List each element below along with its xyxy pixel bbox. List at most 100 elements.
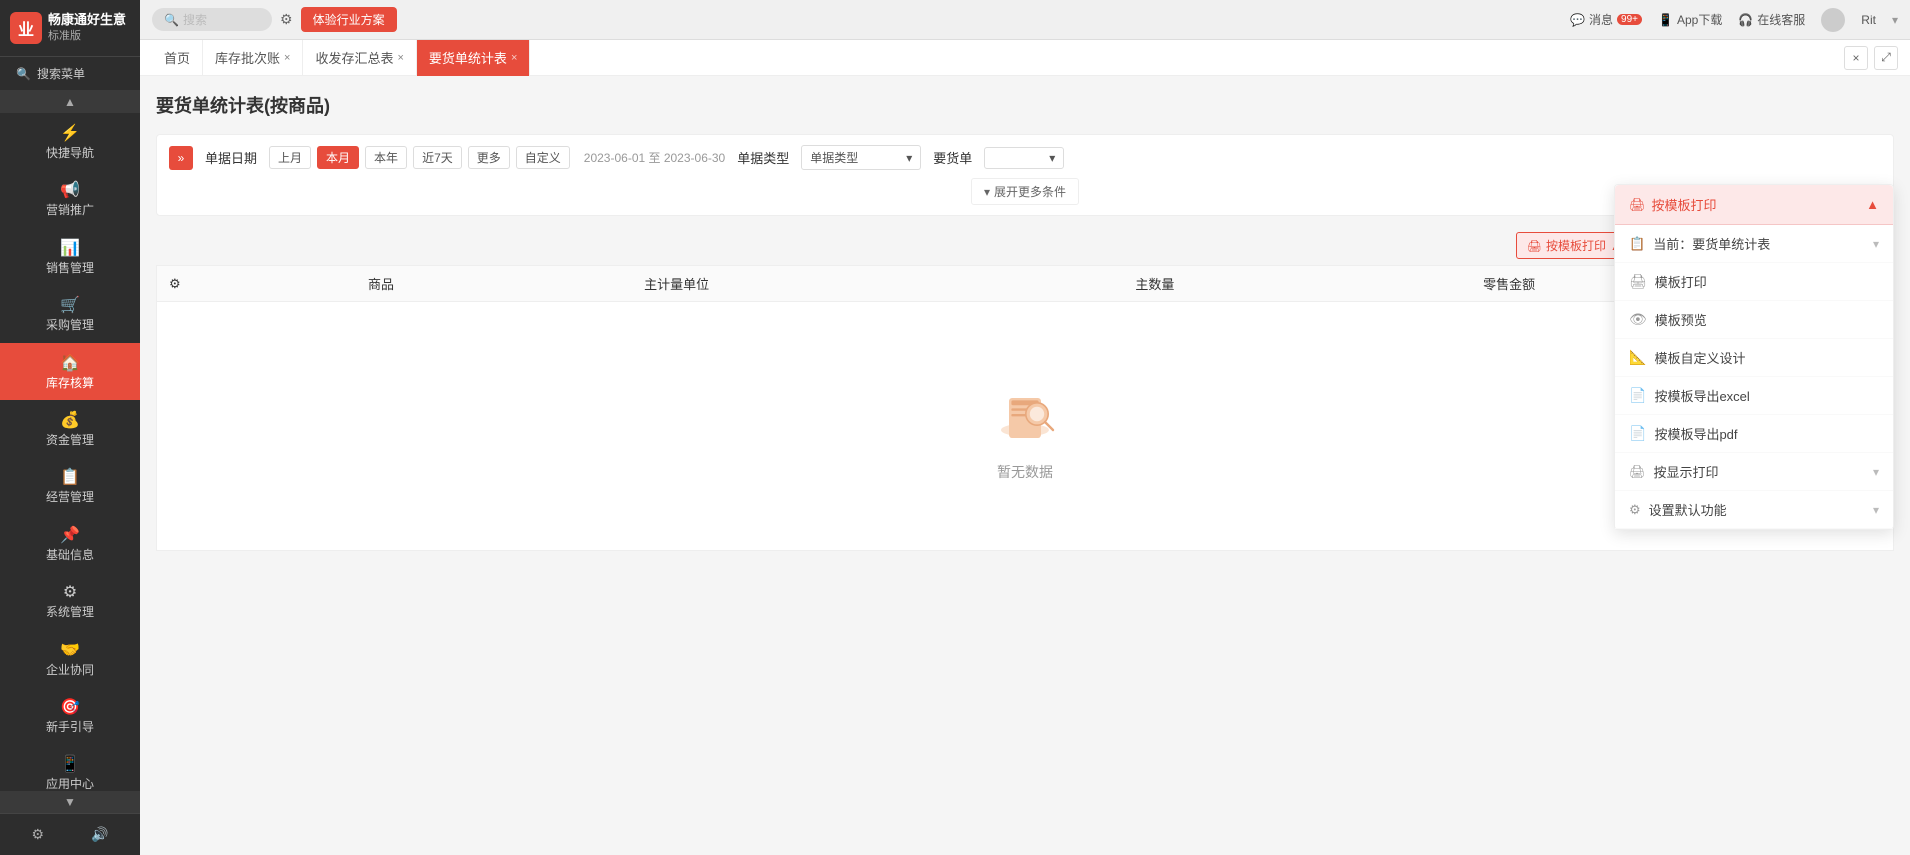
sidebar-search-item[interactable]: 🔍 搜索菜单 xyxy=(0,57,140,91)
sidebar-item-quick-nav[interactable]: ⚡ 快捷导航 xyxy=(0,113,140,170)
tab-home-label: 首页 xyxy=(164,48,190,67)
sidebar-item-operation[interactable]: 📋 经营管理 xyxy=(0,457,140,514)
demand-goods-select[interactable]: ▾ xyxy=(984,147,1064,169)
sidebar-item-guide[interactable]: 🎯 新手引导 xyxy=(0,687,140,744)
topbar-left: 🔍 搜索 ⚙ 体验行业方案 xyxy=(152,7,397,32)
inventory-label: 库存核算 xyxy=(46,376,94,390)
sidebar-item-inventory[interactable]: 🏠 库存核算 xyxy=(0,343,140,400)
tabs-maximize-btn[interactable]: ⤢ xyxy=(1874,46,1898,70)
dropdown-header: 🖨 按模板打印 ▲ xyxy=(1615,185,1893,225)
message-btn[interactable]: 💬 消息 99+ xyxy=(1570,11,1642,28)
dropdown-item-template-custom[interactable]: 📐 模板自定义设计 xyxy=(1615,339,1893,377)
user-dropdown-icon[interactable]: ▾ xyxy=(1892,13,1898,27)
export-pdf-label: 按模板导出pdf xyxy=(1654,424,1737,443)
default-func-icon: ⚙ xyxy=(1629,502,1641,518)
app-download-label: App下载 xyxy=(1677,11,1722,28)
sidebar-item-purchase[interactable]: 🛒 采购管理 xyxy=(0,285,140,342)
table-col-settings[interactable]: ⚙ xyxy=(157,266,357,302)
template-print-label: 模板打印 xyxy=(1655,272,1707,291)
dropdown-current-template[interactable]: 📋 当前：要货单统计表 ▾ xyxy=(1615,225,1893,263)
purchase-label: 采购管理 xyxy=(46,318,94,332)
edition-label: 标准版 xyxy=(48,29,126,43)
dropdown-item-export-excel[interactable]: 📄 按模板导出excel xyxy=(1615,377,1893,415)
sales-label: 销售管理 xyxy=(46,261,94,275)
dropdown-header-label: 按模板打印 xyxy=(1652,195,1717,214)
date-filter-group: 上月 本月 本年 近7天 更多 自定义 2023-06-01 至 2023-06… xyxy=(269,146,725,169)
template-custom-label: 模板自定义设计 xyxy=(1654,348,1745,367)
online-service-label: 在线客服 xyxy=(1757,11,1805,28)
dropdown-header-actions: ▲ xyxy=(1866,197,1879,212)
basic-info-icon: 📌 xyxy=(60,525,80,545)
filter-row-1: » 单据日期 上月 本月 本年 近7天 更多 自定义 2023-06-01 至 … xyxy=(169,145,1881,170)
date-btn-current-month[interactable]: 本月 xyxy=(317,146,359,169)
export-excel-label: 按模板导出excel xyxy=(1654,386,1749,405)
operation-label: 经营管理 xyxy=(46,490,94,504)
sidebar-settings-btn[interactable]: ⚙ xyxy=(28,822,49,847)
sidebar-scroll-up-btn[interactable]: ▲ xyxy=(0,91,140,113)
dropdown-default-func[interactable]: ⚙ 设置默认功能 ▾ xyxy=(1615,491,1893,529)
template-custom-icon: 📐 xyxy=(1629,349,1646,366)
sidebar-item-finance[interactable]: 💰 资金管理 xyxy=(0,400,140,457)
sidebar: 业 畅康通好生意 标准版 🔍 搜索菜单 ▲ ⚡ 快捷导航 📢 营销推广 📊 销售… xyxy=(0,0,140,855)
template-preview-label: 模板预览 xyxy=(1655,310,1707,329)
tab-batch-account-close[interactable]: × xyxy=(284,52,290,64)
display-print-label: 按显示打印 xyxy=(1654,462,1719,481)
date-btn-custom[interactable]: 自定义 xyxy=(516,146,570,169)
topbar-gear-btn[interactable]: ⚙ xyxy=(280,11,293,28)
display-print-icon: 🖨 xyxy=(1629,464,1646,480)
inventory-icon: 🏠 xyxy=(60,353,80,373)
app-download-btn[interactable]: 📱 App下载 xyxy=(1658,11,1722,28)
empty-state-illustration xyxy=(985,370,1065,450)
online-service-btn[interactable]: 🎧 在线客服 xyxy=(1738,11,1805,28)
dropdown-display-print[interactable]: 🖨 按显示打印 ▾ xyxy=(1615,453,1893,491)
sidebar-item-marketing[interactable]: 📢 营销推广 xyxy=(0,170,140,227)
tabs-controls: × ⤢ xyxy=(1844,46,1898,70)
sidebar-nav: ⚡ 快捷导航 📢 营销推广 📊 销售管理 🛒 采购管理 🏠 库存核算 💰 资金管… xyxy=(0,113,140,791)
date-btn-more[interactable]: 更多 xyxy=(468,146,510,169)
collab-label: 企业协同 xyxy=(46,663,94,677)
app-center-label: 应用中心 xyxy=(46,777,94,791)
tab-receipt-summary-label: 收发存汇总表 xyxy=(315,48,393,67)
search-icon: 🔍 xyxy=(16,67,31,81)
demand-goods-filter-label: 要货单 xyxy=(933,148,972,167)
system-label: 系统管理 xyxy=(46,605,94,619)
tab-receipt-summary-close[interactable]: × xyxy=(397,52,403,64)
finance-label: 资金管理 xyxy=(46,433,94,447)
date-btn-current-year[interactable]: 本年 xyxy=(365,146,407,169)
user-avatar[interactable] xyxy=(1821,8,1845,32)
online-service-icon: 🎧 xyxy=(1738,13,1753,27)
tab-demand-stats-close[interactable]: × xyxy=(511,52,517,64)
sidebar-help-btn[interactable]: 🔊 xyxy=(87,822,112,847)
dropdown-item-export-pdf[interactable]: 📄 按模板导出pdf xyxy=(1615,415,1893,453)
sidebar-scroll-down-btn[interactable]: ▼ xyxy=(0,791,140,813)
date-filter-label: 单据日期 xyxy=(205,148,257,167)
dropdown-item-template-print[interactable]: 🖨 模板打印 xyxy=(1615,263,1893,301)
export-excel-icon: 📄 xyxy=(1629,387,1646,404)
tab-receipt-summary[interactable]: 收发存汇总表 × xyxy=(303,40,416,76)
quick-nav-label: 快捷导航 xyxy=(46,146,94,160)
message-badge: 99+ xyxy=(1617,14,1642,25)
finance-icon: 💰 xyxy=(60,410,80,430)
default-func-label: 设置默认功能 xyxy=(1649,500,1727,519)
date-btn-last-7-days[interactable]: 近7天 xyxy=(413,146,462,169)
tab-demand-stats[interactable]: 要货单统计表 × xyxy=(417,40,530,76)
dropdown-up-icon[interactable]: ▲ xyxy=(1866,197,1879,212)
display-print-chevron: ▾ xyxy=(1873,465,1879,479)
sidebar-item-basic-info[interactable]: 📌 基础信息 xyxy=(0,515,140,572)
sidebar-item-sales[interactable]: 📊 销售管理 xyxy=(0,228,140,285)
sidebar-item-system[interactable]: ⚙ 系统管理 xyxy=(0,572,140,629)
date-btn-last-month[interactable]: 上月 xyxy=(269,146,311,169)
sidebar-item-collab[interactable]: 🤝 企业协同 xyxy=(0,630,140,687)
topbar-cta-button[interactable]: 体验行业方案 xyxy=(301,7,397,32)
dropdown-item-template-preview[interactable]: 👁 模板预览 xyxy=(1615,301,1893,339)
sidebar-item-app-center[interactable]: 📱 应用中心 xyxy=(0,744,140,791)
tab-home[interactable]: 首页 xyxy=(152,40,203,76)
doc-type-filter-label: 单据类型 xyxy=(737,148,789,167)
topbar-search-box[interactable]: 🔍 搜索 xyxy=(152,8,272,31)
tab-batch-account[interactable]: 库存批次账 × xyxy=(203,40,303,76)
expand-more-btn[interactable]: ▾ 展开更多条件 xyxy=(971,178,1079,205)
filter-collapse-btn[interactable]: » xyxy=(169,146,193,170)
date-range-display: 2023-06-01 至 2023-06-30 xyxy=(584,149,725,166)
tabs-close-all-btn[interactable]: × xyxy=(1844,46,1868,70)
doc-type-select[interactable]: 单据类型 ▾ xyxy=(801,145,921,170)
